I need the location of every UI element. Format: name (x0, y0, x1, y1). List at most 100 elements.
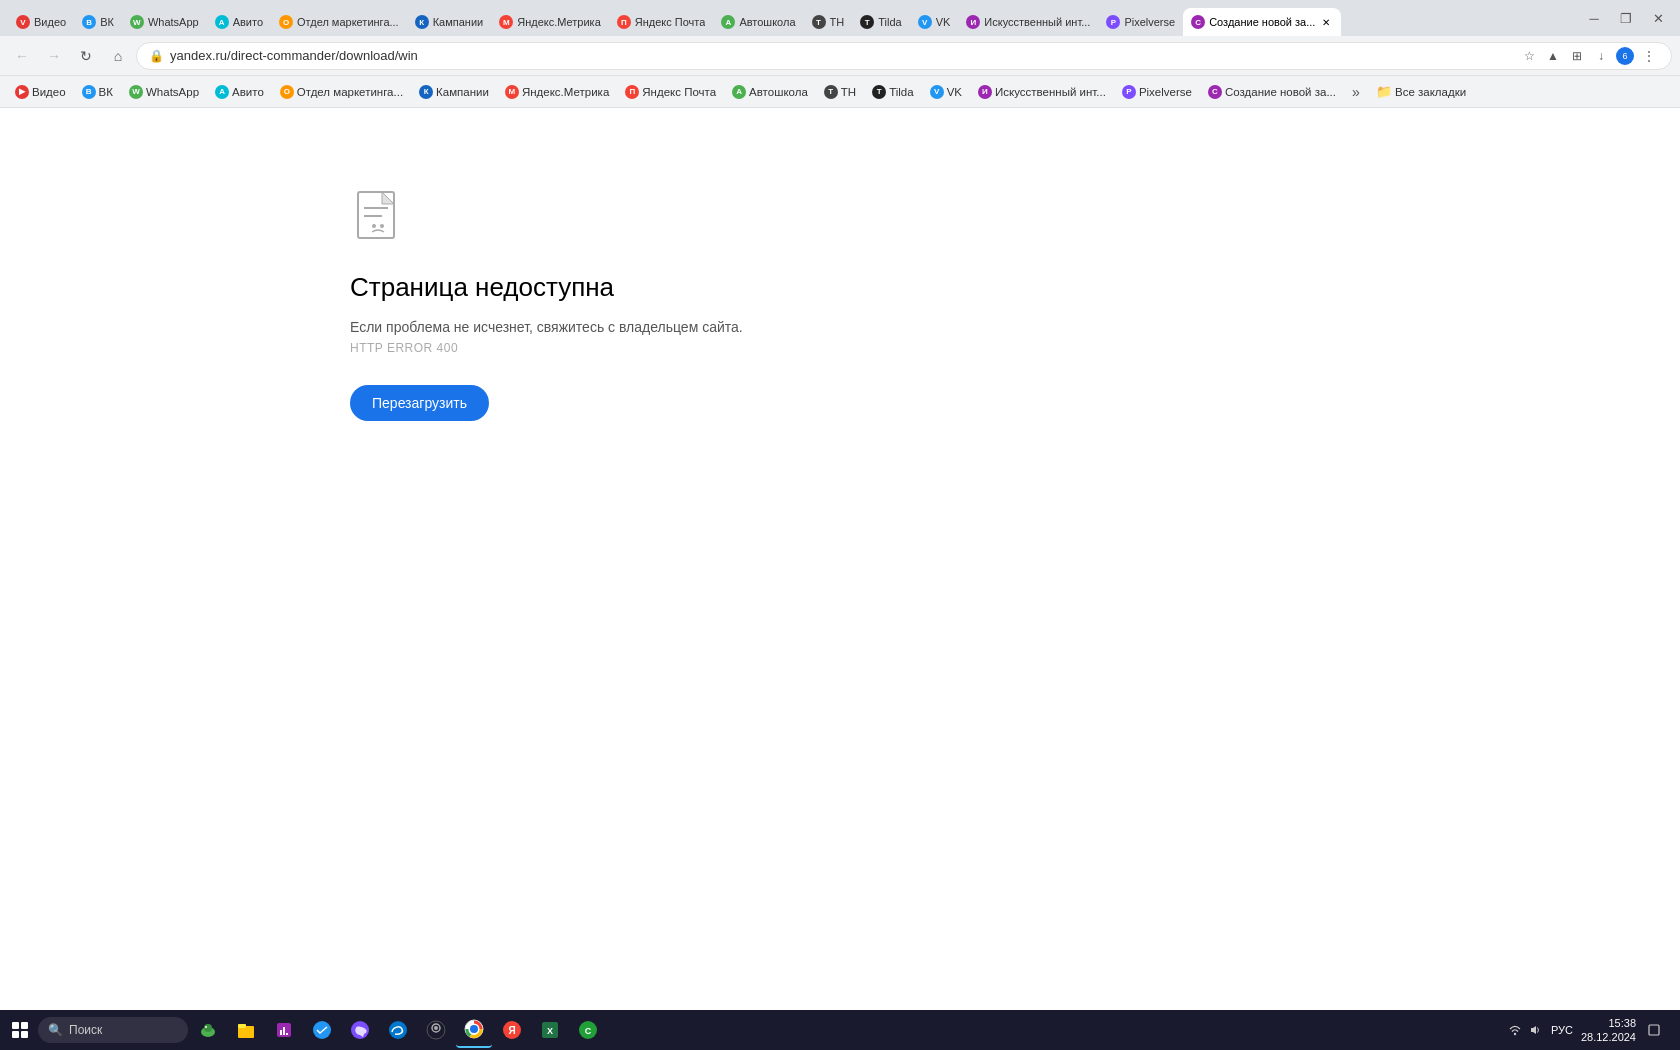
taskbar-app-turtle[interactable] (190, 1012, 226, 1048)
tab-close-active[interactable]: ✕ (1319, 15, 1333, 29)
error-container: Страница недоступна Если проблема не исч… (350, 188, 743, 421)
bookmark-favicon-video: ▶ (15, 85, 29, 99)
window-controls: ─ ❐ ✕ (1580, 4, 1672, 32)
tab-tilda[interactable]: T Tilda (852, 8, 909, 36)
download-icon[interactable]: ↓ (1591, 46, 1611, 66)
taskbar-app-explorer[interactable] (228, 1012, 264, 1048)
bookmark-label-metrika: Яндекс.Метрика (522, 86, 609, 98)
sber-icon: С (578, 1020, 598, 1040)
bookmark-tilda[interactable]: T Tilda (865, 81, 921, 103)
tab-vk2[interactable]: V VK (910, 8, 959, 36)
taskbar-apps: Я X С (190, 1012, 1497, 1048)
back-button[interactable]: ← (8, 42, 36, 70)
tab-marketing[interactable]: О Отдел маркетинга... (271, 8, 407, 36)
tab-video[interactable]: V Видео (8, 8, 74, 36)
tab-whatsapp[interactable]: W WhatsApp (122, 8, 207, 36)
taskbar-app-viber[interactable] (342, 1012, 378, 1048)
tab-label-video: Видео (34, 16, 66, 28)
close-button[interactable]: ✕ (1644, 4, 1672, 32)
bookmark-video[interactable]: ▶ Видео (8, 81, 73, 103)
bookmark-vk[interactable]: В ВК (75, 81, 120, 103)
tab-label-vk: ВК (100, 16, 114, 28)
bookmark-pixelverse[interactable]: P Pixelverse (1115, 81, 1199, 103)
bookmark-favicon-whatsapp: W (129, 85, 143, 99)
svg-point-3 (372, 224, 376, 228)
language-indicator[interactable]: РУС (1547, 1024, 1577, 1036)
tab-pixelverse[interactable]: P Pixelverse (1098, 8, 1183, 36)
forward-button[interactable]: → (40, 42, 68, 70)
wifi-icon[interactable]: ▲ (1543, 46, 1563, 66)
minimize-button[interactable]: ─ (1580, 4, 1608, 32)
taskbar-app-chrome[interactable] (456, 1012, 492, 1048)
tab-list: V Видео В ВК W WhatsApp A Авито О Отдел … (8, 0, 1578, 36)
steam-icon (426, 1020, 446, 1040)
bookmark-favicon-ai: И (978, 85, 992, 99)
tab-mail[interactable]: П Яндекс Почта (609, 8, 714, 36)
star-icon[interactable]: ☆ (1519, 46, 1539, 66)
profile-icon[interactable]: 6 (1615, 46, 1635, 66)
turtle-icon (197, 1019, 219, 1041)
bookmark-label-vk2: VK (947, 86, 962, 98)
address-bar[interactable]: 🔒 yandex.ru/direct-commander/download/wi… (136, 42, 1672, 70)
extensions-icon[interactable]: ⊞ (1567, 46, 1587, 66)
tab-active[interactable]: С Создание новой за... ✕ (1183, 8, 1341, 36)
taskbar-search[interactable]: 🔍 Поиск (38, 1017, 188, 1043)
task-manager-icon (274, 1020, 294, 1040)
bookmark-mail[interactable]: П Яндекс Почта (618, 81, 723, 103)
restore-button[interactable]: ❐ (1612, 4, 1640, 32)
tab-campaigns[interactable]: К Кампании (407, 8, 492, 36)
taskbar-app-sber[interactable]: С (570, 1012, 606, 1048)
tab-label-autoshkola: Автошкола (739, 16, 795, 28)
tray-volume-icon[interactable] (1527, 1022, 1543, 1038)
bookmark-ai[interactable]: И Искусственный инт... (971, 81, 1113, 103)
taskbar-app-task[interactable] (266, 1012, 302, 1048)
notification-button[interactable] (1640, 1016, 1668, 1044)
bookmark-whatsapp[interactable]: W WhatsApp (122, 81, 206, 103)
bookmark-autoshkola[interactable]: A Автошкола (725, 81, 815, 103)
tab-favicon-active: С (1191, 15, 1205, 29)
reload-page-button[interactable]: Перезагрузить (350, 385, 489, 421)
error-desc: Если проблема не исчезнет, свяжитесь с в… (350, 319, 743, 335)
tab-favicon-metrika: М (499, 15, 513, 29)
tab-vk[interactable]: В ВК (74, 8, 122, 36)
bookmark-marketing[interactable]: О Отдел маркетинга... (273, 81, 410, 103)
bookmarks-more-button[interactable]: » (1345, 81, 1367, 103)
svg-rect-9 (238, 1024, 246, 1028)
taskbar-app-yandex[interactable]: Я (494, 1012, 530, 1048)
tray-wifi-icon[interactable] (1507, 1022, 1523, 1038)
taskbar-app-telegram[interactable] (304, 1012, 340, 1048)
tab-th[interactable]: T TH (804, 8, 853, 36)
bookmark-metrika[interactable]: М Яндекс.Метрика (498, 81, 616, 103)
bookmark-label-autoshkola: Автошкола (749, 86, 808, 98)
taskbar-app-excel[interactable]: X (532, 1012, 568, 1048)
bookmark-sozdanie[interactable]: С Создание новой за... (1201, 81, 1343, 103)
tab-metrika[interactable]: М Яндекс.Метрика (491, 8, 609, 36)
taskbar-app-edge[interactable] (380, 1012, 416, 1048)
tray-clock[interactable]: 15:38 28.12.2024 (1581, 1016, 1636, 1045)
svg-text:Я: Я (508, 1025, 515, 1036)
taskbar-search-label: Поиск (69, 1023, 102, 1037)
bookmark-favicon-vk2: V (930, 85, 944, 99)
home-button[interactable]: ⌂ (104, 42, 132, 70)
taskbar-app-steam[interactable] (418, 1012, 454, 1048)
tab-ai[interactable]: И Искусственный инт... (958, 8, 1098, 36)
bookmark-avito[interactable]: A Авито (208, 81, 271, 103)
bookmarks-bar: ▶ Видео В ВК W WhatsApp A Авито О Отдел … (0, 76, 1680, 108)
bookmarks-folder[interactable]: 📁 Все закладки (1369, 81, 1473, 103)
tray-time-text: 15:38 (1608, 1016, 1636, 1030)
tab-label-whatsapp: WhatsApp (148, 16, 199, 28)
address-icons: ☆ ▲ ⊞ ↓ 6 ⋮ (1519, 46, 1659, 66)
bookmark-label-sozdanie: Создание новой за... (1225, 86, 1336, 98)
svg-point-28 (1514, 1033, 1516, 1035)
reload-button[interactable]: ↻ (72, 42, 100, 70)
bookmark-vk2[interactable]: V VK (923, 81, 969, 103)
svg-rect-12 (283, 1027, 285, 1035)
menu-icon[interactable]: ⋮ (1639, 46, 1659, 66)
bookmark-campaigns[interactable]: К Кампании (412, 81, 496, 103)
tab-avito[interactable]: A Авито (207, 8, 271, 36)
tab-autoshkola[interactable]: A Автошкола (713, 8, 803, 36)
viber-icon (350, 1020, 370, 1040)
start-button[interactable] (4, 1014, 36, 1046)
bookmark-th[interactable]: T TH (817, 81, 863, 103)
svg-point-19 (434, 1026, 438, 1030)
